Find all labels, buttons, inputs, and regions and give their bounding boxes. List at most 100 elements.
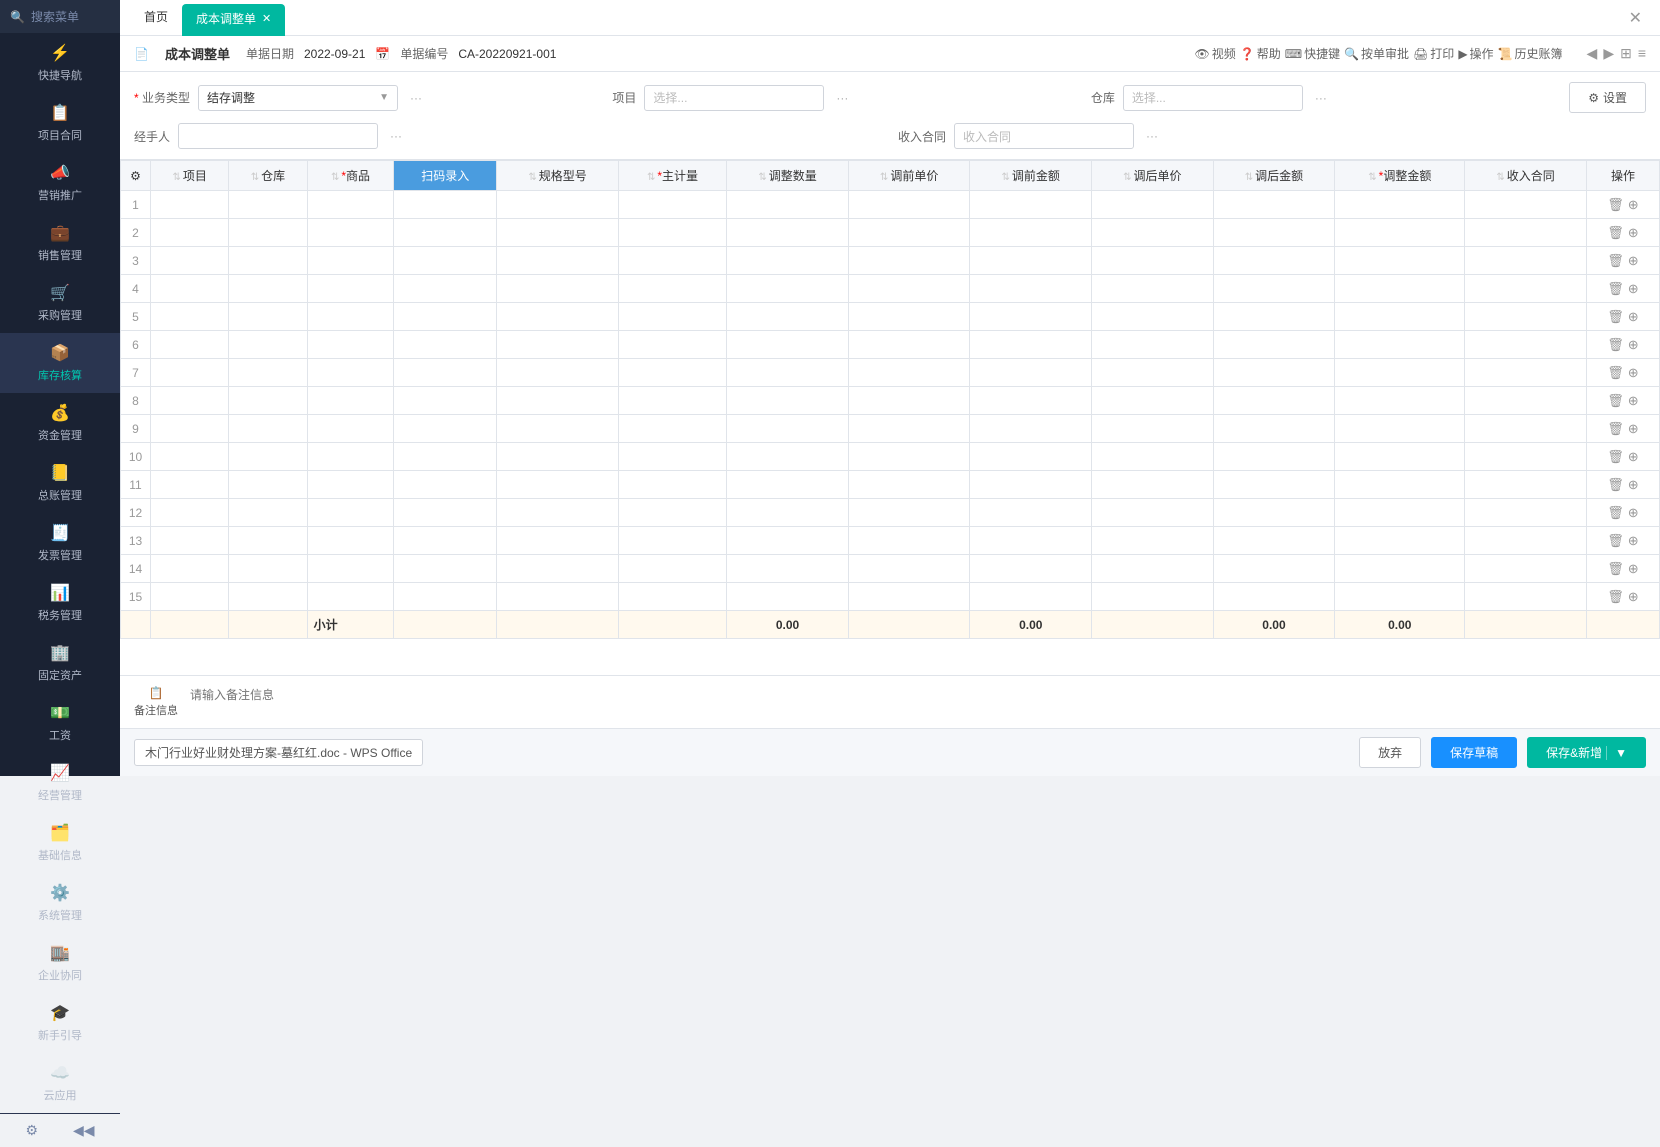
- row-5-income-contract[interactable]: [1465, 303, 1587, 331]
- row-9-adjust-amount[interactable]: [1335, 415, 1465, 443]
- row-3-copy-icon[interactable]: ⊕: [1628, 253, 1639, 269]
- row-5-delete-icon[interactable]: 🗑: [1607, 309, 1624, 325]
- row-13-product[interactable]: [307, 527, 394, 555]
- row-11-after-amount[interactable]: [1213, 471, 1335, 499]
- row-6-product[interactable]: [307, 331, 394, 359]
- header-action-operate[interactable]: ▶操作: [1458, 45, 1493, 62]
- row-6-after-amount[interactable]: [1213, 331, 1335, 359]
- row-12-before-amount[interactable]: [970, 499, 1092, 527]
- row-12-after-amount[interactable]: [1213, 499, 1335, 527]
- row-4-adjust-qty[interactable]: [727, 275, 849, 303]
- row-15-copy-icon[interactable]: ⊕: [1628, 589, 1639, 605]
- row-13-delete-icon[interactable]: 🗑: [1607, 533, 1624, 549]
- row-13-adjust-qty[interactable]: [727, 527, 849, 555]
- row-11-copy-icon[interactable]: ⊕: [1628, 477, 1639, 493]
- row-7-adjust-amount[interactable]: [1335, 359, 1465, 387]
- header-action-shortcut[interactable]: ⌨快捷键: [1285, 45, 1340, 62]
- row-7-project[interactable]: [151, 359, 229, 387]
- row-9-adjust-qty[interactable]: [727, 415, 849, 443]
- row-12-copy-icon[interactable]: ⊕: [1628, 505, 1639, 521]
- row-9-spec[interactable]: [497, 415, 619, 443]
- row-13-before-price[interactable]: [848, 527, 970, 555]
- row-1-scan[interactable]: [394, 191, 497, 219]
- row-1-adjust-qty[interactable]: [727, 191, 849, 219]
- row-5-after-amount[interactable]: [1213, 303, 1335, 331]
- row-7-product[interactable]: [307, 359, 394, 387]
- col-scan[interactable]: 扫码录入: [394, 161, 497, 191]
- row-2-adjust-qty[interactable]: [727, 219, 849, 247]
- row-1-before-price[interactable]: [848, 191, 970, 219]
- row-3-delete-icon[interactable]: 🗑: [1607, 253, 1624, 269]
- row-9-income-contract[interactable]: [1465, 415, 1587, 443]
- row-13-project[interactable]: [151, 527, 229, 555]
- row-4-after-amount[interactable]: [1213, 275, 1335, 303]
- row-9-unit[interactable]: [618, 415, 726, 443]
- tab-close-icon[interactable]: ✕: [262, 12, 271, 25]
- row-10-product[interactable]: [307, 443, 394, 471]
- row-12-delete-icon[interactable]: 🗑: [1607, 505, 1624, 521]
- sidebar-item-capital-mgmt[interactable]: 💰 资金管理: [0, 393, 120, 453]
- row-11-adjust-qty[interactable]: [727, 471, 849, 499]
- row-8-spec[interactable]: [497, 387, 619, 415]
- nav-prev-icon[interactable]: ◀: [1587, 45, 1598, 62]
- sidebar-item-inventory[interactable]: 📦 库存核算: [0, 333, 120, 393]
- row-14-delete-icon[interactable]: 🗑: [1607, 561, 1624, 577]
- row-3-after-price[interactable]: [1092, 247, 1214, 275]
- row-14-spec[interactable]: [497, 555, 619, 583]
- window-close-button[interactable]: ✕: [1621, 8, 1650, 28]
- row-4-delete-icon[interactable]: 🗑: [1607, 281, 1624, 297]
- row-12-scan[interactable]: [394, 499, 497, 527]
- row-14-income-contract[interactable]: [1465, 555, 1587, 583]
- row-4-adjust-amount[interactable]: [1335, 275, 1465, 303]
- row-10-before-price[interactable]: [848, 443, 970, 471]
- row-3-before-price[interactable]: [848, 247, 970, 275]
- row-3-project[interactable]: [151, 247, 229, 275]
- warehouse-input[interactable]: 选择...: [1123, 85, 1303, 111]
- row-7-income-contract[interactable]: [1465, 359, 1587, 387]
- row-11-warehouse[interactable]: [229, 471, 307, 499]
- row-13-scan[interactable]: [394, 527, 497, 555]
- row-1-delete-icon[interactable]: 🗑: [1607, 197, 1624, 213]
- row-5-product[interactable]: [307, 303, 394, 331]
- row-3-adjust-qty[interactable]: [727, 247, 849, 275]
- row-10-project[interactable]: [151, 443, 229, 471]
- sidebar-item-newbie[interactable]: 🎓 新手引导: [0, 993, 120, 1053]
- row-3-before-amount[interactable]: [970, 247, 1092, 275]
- row-2-unit[interactable]: [618, 219, 726, 247]
- row-15-scan[interactable]: [394, 583, 497, 611]
- row-2-before-price[interactable]: [848, 219, 970, 247]
- row-8-product[interactable]: [307, 387, 394, 415]
- row-5-before-price[interactable]: [848, 303, 970, 331]
- header-action-review[interactable]: 🔍按单审批: [1344, 45, 1409, 62]
- row-4-after-price[interactable]: [1092, 275, 1214, 303]
- row-7-scan[interactable]: [394, 359, 497, 387]
- row-10-spec[interactable]: [497, 443, 619, 471]
- save-new-button[interactable]: 保存&新增 ▼: [1527, 737, 1646, 768]
- row-10-adjust-amount[interactable]: [1335, 443, 1465, 471]
- row-13-copy-icon[interactable]: ⊕: [1628, 533, 1639, 549]
- header-action-history[interactable]: 📜历史账簿: [1498, 45, 1563, 62]
- sidebar-search[interactable]: 🔍 搜索菜单: [0, 0, 120, 33]
- row-14-project[interactable]: [151, 555, 229, 583]
- row-11-adjust-amount[interactable]: [1335, 471, 1465, 499]
- row-11-product[interactable]: [307, 471, 394, 499]
- row-2-warehouse[interactable]: [229, 219, 307, 247]
- row-8-after-price[interactable]: [1092, 387, 1214, 415]
- row-1-product[interactable]: [307, 191, 394, 219]
- row-1-after-price[interactable]: [1092, 191, 1214, 219]
- row-8-copy-icon[interactable]: ⊕: [1628, 393, 1639, 409]
- row-5-spec[interactable]: [497, 303, 619, 331]
- sidebar-item-system-mgmt[interactable]: ⚙️ 系统管理: [0, 873, 120, 933]
- nav-next-icon[interactable]: ▶: [1603, 45, 1614, 62]
- row-10-scan[interactable]: [394, 443, 497, 471]
- row-2-copy-icon[interactable]: ⊕: [1628, 225, 1639, 241]
- row-6-before-price[interactable]: [848, 331, 970, 359]
- col-settings[interactable]: ⚙: [121, 161, 151, 191]
- row-14-after-price[interactable]: [1092, 555, 1214, 583]
- row-2-before-amount[interactable]: [970, 219, 1092, 247]
- row-10-income-contract[interactable]: [1465, 443, 1587, 471]
- row-11-after-price[interactable]: [1092, 471, 1214, 499]
- row-7-delete-icon[interactable]: 🗑: [1607, 365, 1624, 381]
- row-8-project[interactable]: [151, 387, 229, 415]
- row-2-delete-icon[interactable]: 🗑: [1607, 225, 1624, 241]
